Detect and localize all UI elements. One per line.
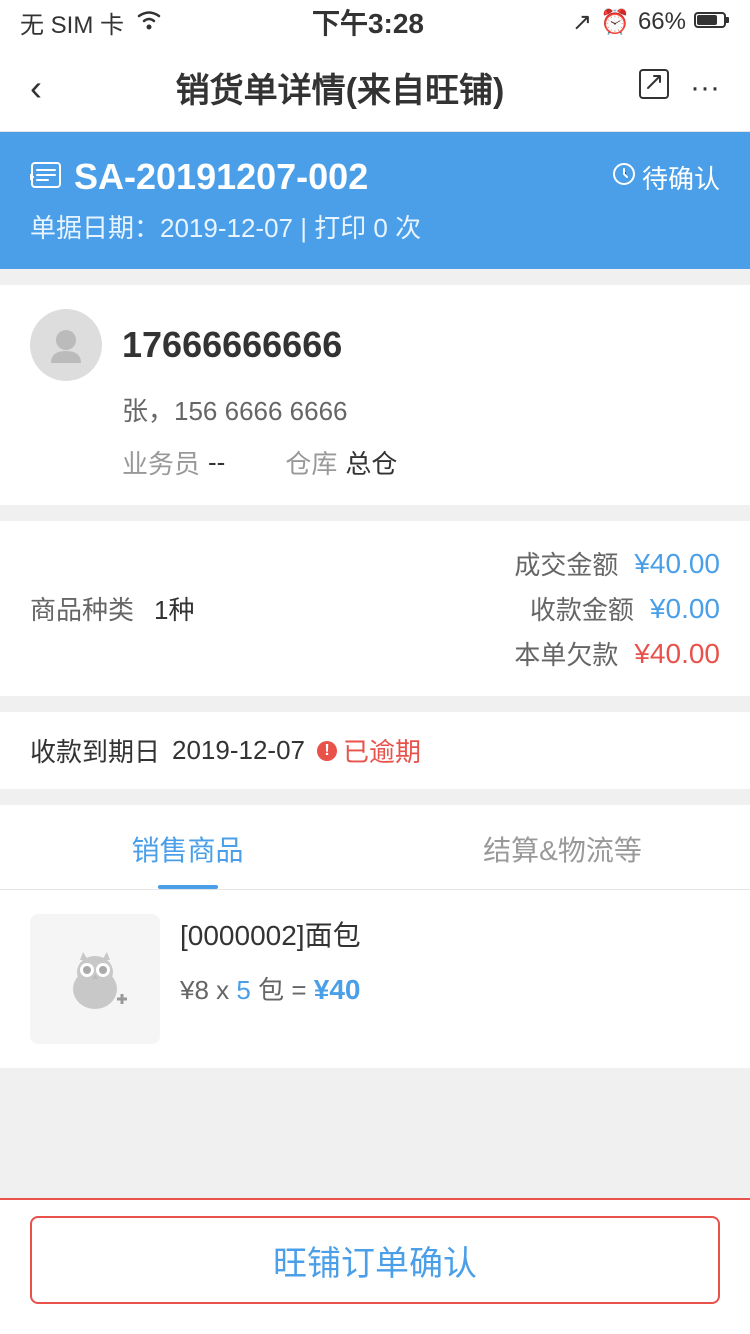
location-icon: ↗	[572, 8, 592, 37]
nav-actions: ···	[638, 68, 720, 108]
battery-icon	[694, 8, 730, 36]
due-date-label: 收款到期日	[30, 732, 160, 769]
tabs-section: 销售商品 结算&物流等	[0, 805, 750, 1068]
salesperson-label: 业务员	[122, 444, 200, 481]
product-thumbnail	[30, 914, 160, 1044]
back-button[interactable]: ‹	[30, 67, 42, 109]
clock-icon	[612, 162, 636, 193]
product-info: [0000002]面包 ¥8 x 5 包 = ¥40	[180, 914, 720, 1007]
customer-phone: 17666666666	[122, 324, 342, 366]
status-right: ↗ ⏰ 66%	[572, 8, 730, 37]
product-type-label: 商品种类	[30, 590, 134, 627]
order-id: SA-20191207-002	[30, 156, 368, 198]
sim-label: 无 SIM 卡	[20, 5, 124, 40]
overdue-icon: !	[317, 741, 337, 761]
customer-meta: 业务员 -- 仓库 总仓	[122, 444, 720, 481]
bottom-bar: 旺铺订单确认	[0, 1198, 750, 1334]
tabs-row: 销售商品 结算&物流等	[0, 805, 750, 890]
received-amount: 收款金额 ¥0.00	[530, 590, 720, 627]
salesperson-value: --	[208, 447, 225, 478]
warehouse-info: 仓库 总仓	[285, 444, 397, 481]
page-title: 销货单详情(来自旺铺)	[176, 63, 505, 112]
amount-section: 商品种类 1种 成交金额 ¥40.00 收款金额 ¥0.00 本单欠款 ¥40.…	[0, 521, 750, 696]
amount-details: 成交金额 ¥40.00 收款金额 ¥0.00 本单欠款 ¥40.00	[514, 545, 720, 672]
status-bar: 无 SIM 卡 下午3:28 ↗ ⏰ 66%	[0, 0, 750, 44]
transaction-amount: 成交金额 ¥40.00	[514, 545, 720, 582]
tab-sales-products[interactable]: 销售商品	[0, 805, 375, 889]
order-status: 待确认	[612, 159, 720, 196]
product-price-row: ¥8 x 5 包 = ¥40	[180, 970, 720, 1007]
wifi-icon	[134, 8, 164, 37]
order-icon	[30, 156, 62, 198]
due-date-section: 收款到期日 2019-12-07 ! 已逾期	[0, 712, 750, 789]
customer-name: 张，156 6666 6666	[122, 391, 720, 428]
customer-avatar	[30, 309, 102, 381]
due-amount: 本单欠款 ¥40.00	[514, 635, 720, 672]
tab-settlement-logistics[interactable]: 结算&物流等	[375, 805, 750, 889]
status-left: 无 SIM 卡	[20, 5, 164, 40]
warehouse-label: 仓库	[285, 444, 337, 481]
price-qty: 5	[236, 975, 250, 1005]
price-total: ¥40	[314, 974, 361, 1005]
price-unit: ¥8	[180, 975, 209, 1005]
confirm-button[interactable]: 旺铺订单确认	[30, 1216, 720, 1304]
overdue-badge: ! 已逾期	[317, 732, 421, 769]
product-type-value: 1种	[154, 590, 194, 627]
order-header: SA-20191207-002 待确认 单据日期：2019-12-07 | 打印…	[0, 132, 750, 269]
due-date-value: 2019-12-07	[172, 735, 305, 766]
nav-bar: ‹ 销货单详情(来自旺铺) ···	[0, 44, 750, 132]
battery-label: 66%	[638, 8, 686, 36]
share-icon[interactable]	[638, 68, 670, 108]
salesperson-info: 业务员 --	[122, 444, 225, 481]
product-type: 商品种类 1种	[30, 590, 194, 627]
product-section: [0000002]面包 ¥8 x 5 包 = ¥40	[0, 890, 750, 1068]
overdue-text: 已逾期	[343, 732, 421, 769]
customer-section: 17666666666 张，156 6666 6666 业务员 -- 仓库 总仓	[0, 285, 750, 505]
alarm-icon: ⏰	[600, 8, 630, 37]
status-time: 下午3:28	[312, 2, 424, 42]
order-date: 单据日期：2019-12-07 | 打印 0 次	[30, 208, 720, 245]
product-name: [0000002]面包	[180, 914, 720, 954]
warehouse-value: 总仓	[345, 444, 397, 481]
product-item: [0000002]面包 ¥8 x 5 包 = ¥40	[30, 914, 720, 1044]
more-icon[interactable]: ···	[690, 71, 720, 105]
